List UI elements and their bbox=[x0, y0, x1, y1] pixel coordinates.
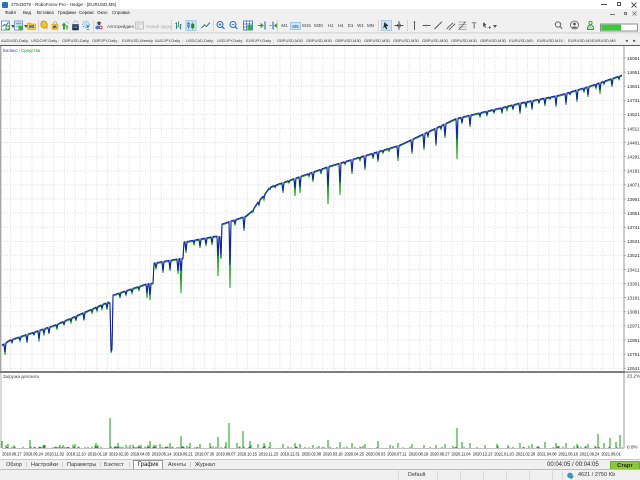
svg-text:2020.04.25: 2020.04.25 bbox=[344, 452, 364, 457]
svg-text:2018.11.02: 2018.11.02 bbox=[45, 452, 65, 457]
svg-text:IFC: IFC bbox=[588, 26, 594, 30]
svg-text:2021.08.01: 2021.08.01 bbox=[601, 452, 621, 457]
svg-text:2020.12.13: 2020.12.13 bbox=[473, 452, 493, 457]
svg-text:13631: 13631 bbox=[627, 239, 640, 244]
svg-text:13191: 13191 bbox=[627, 296, 640, 301]
svg-text:13851: 13851 bbox=[627, 211, 640, 216]
svg-text:2020.06.03: 2020.06.03 bbox=[366, 452, 386, 457]
svg-text:2020.03.18: 2020.03.18 bbox=[323, 452, 343, 457]
svg-text:2019.12.31: 2019.12.31 bbox=[280, 452, 300, 457]
svg-text:14841: 14841 bbox=[627, 84, 640, 89]
svg-text:2020.07.11: 2020.07.11 bbox=[387, 452, 407, 457]
svg-text:13301: 13301 bbox=[627, 281, 640, 286]
svg-text:2019.01.18: 2019.01.18 bbox=[88, 452, 108, 457]
svg-text:2020.09.27: 2020.09.27 bbox=[430, 452, 450, 457]
svg-text:2021.05.16: 2021.05.16 bbox=[558, 452, 578, 457]
svg-text:2019.10.15: 2019.10.15 bbox=[237, 452, 257, 457]
svg-text:14071: 14071 bbox=[627, 183, 640, 188]
svg-text:14731: 14731 bbox=[627, 98, 640, 103]
svg-text:14621: 14621 bbox=[627, 112, 640, 117]
svg-text:14181: 14181 bbox=[627, 169, 640, 174]
svg-text:T: T bbox=[472, 21, 477, 31]
svg-text:2018.08.17: 2018.08.17 bbox=[2, 452, 22, 457]
svg-text:2020.08.19: 2020.08.19 bbox=[409, 452, 429, 457]
svg-text:12751: 12751 bbox=[627, 352, 640, 357]
svg-text:15061: 15061 bbox=[627, 56, 640, 61]
svg-text:0.0%: 0.0% bbox=[627, 445, 637, 450]
svg-text:14291: 14291 bbox=[627, 155, 640, 160]
svg-text:2018.12.10: 2018.12.10 bbox=[66, 452, 86, 457]
svg-text:2021.02.28: 2021.02.28 bbox=[516, 452, 536, 457]
svg-text:2021.04.08: 2021.04.08 bbox=[537, 452, 557, 457]
svg-text:2019.04.05: 2019.04.05 bbox=[130, 452, 150, 457]
svg-text:13741: 13741 bbox=[627, 225, 640, 230]
svg-text:13961: 13961 bbox=[627, 197, 640, 202]
svg-text:14951: 14951 bbox=[627, 70, 640, 75]
svg-text:13411: 13411 bbox=[627, 267, 640, 272]
svg-text:2019.07.30: 2019.07.30 bbox=[195, 452, 215, 457]
svg-text:2019.05.14: 2019.05.14 bbox=[152, 452, 172, 457]
svg-text:2019.11.23: 2019.11.23 bbox=[259, 452, 279, 457]
svg-text:2018.09.24: 2018.09.24 bbox=[23, 452, 43, 457]
svg-text:2021.01.20: 2021.01.20 bbox=[494, 452, 514, 457]
svg-text:14511: 14511 bbox=[627, 126, 640, 131]
svg-text:12861: 12861 bbox=[627, 338, 640, 343]
svg-text:2019.09.07: 2019.09.07 bbox=[216, 452, 236, 457]
svg-text:2021.06.24: 2021.06.24 bbox=[580, 452, 600, 457]
svg-text:2019.02.26: 2019.02.26 bbox=[109, 452, 129, 457]
svg-text:13081: 13081 bbox=[627, 310, 640, 315]
svg-text:2019.06.21: 2019.06.21 bbox=[173, 452, 193, 457]
svg-text:12971: 12971 bbox=[627, 324, 640, 329]
svg-text:2020.02.08: 2020.02.08 bbox=[302, 452, 322, 457]
svg-text:14401: 14401 bbox=[627, 140, 640, 145]
svg-text:2020.11.04: 2020.11.04 bbox=[451, 452, 471, 457]
svg-text:13521: 13521 bbox=[627, 253, 640, 258]
svg-text:23.2%: 23.2% bbox=[627, 374, 640, 379]
